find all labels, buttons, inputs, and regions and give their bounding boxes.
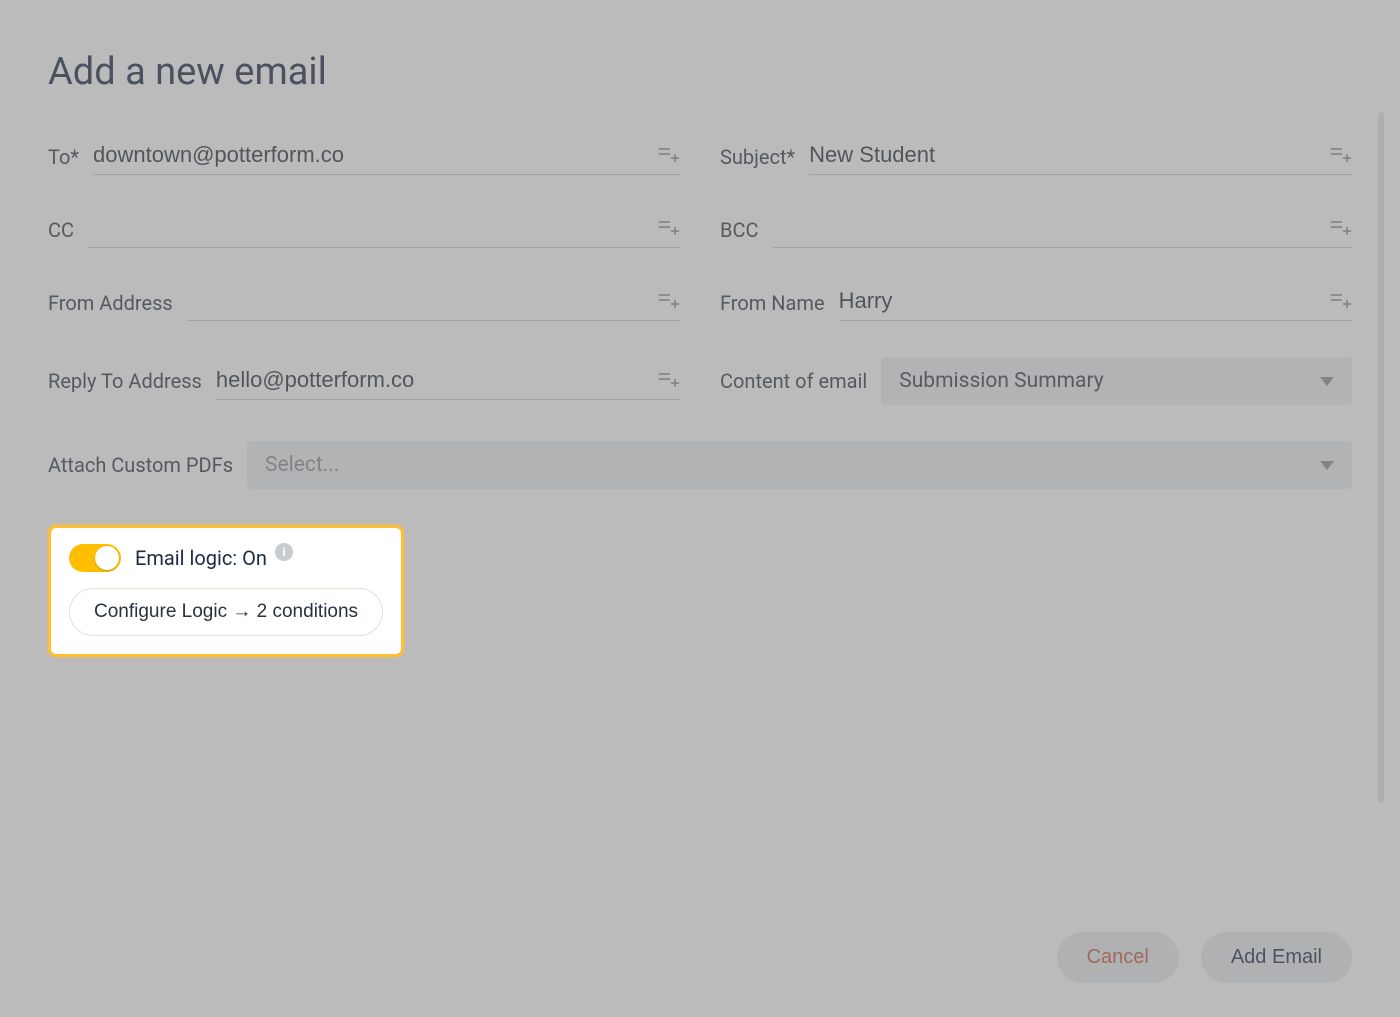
reply-to-label: Reply To Address	[48, 369, 202, 393]
field-content: Content of email Submission Summary	[720, 357, 1352, 405]
toggle-knob	[95, 546, 119, 570]
chevron-down-icon	[1320, 369, 1334, 393]
insert-field-icon[interactable]	[1330, 292, 1352, 310]
attach-pdfs-placeholder: Select...	[265, 453, 339, 477]
bcc-label: BCC	[720, 218, 759, 242]
email-logic-toggle[interactable]	[69, 544, 121, 572]
field-cc: CC	[48, 211, 680, 248]
from-address-input-wrap	[187, 284, 680, 321]
insert-field-icon[interactable]	[658, 292, 680, 310]
insert-field-icon[interactable]	[1330, 146, 1352, 164]
cc-label: CC	[48, 218, 74, 242]
dialog-footer: Cancel Add Email	[1057, 932, 1352, 983]
scrollbar-track[interactable]	[1378, 112, 1384, 802]
cc-input-wrap	[88, 211, 680, 248]
field-bcc: BCC	[720, 211, 1352, 248]
subject-label: Subject*	[720, 145, 795, 169]
from-name-label: From Name	[720, 291, 825, 315]
insert-field-icon[interactable]	[658, 371, 680, 389]
attach-pdfs-select[interactable]: Select...	[247, 441, 1352, 489]
configure-logic-text: Configure Logic → 2 conditions	[94, 601, 358, 623]
subject-input[interactable]	[809, 138, 1330, 172]
email-logic-row: Email logic: On i	[69, 544, 383, 572]
form-grid: To* Subject* CC	[48, 138, 1352, 489]
field-subject: Subject*	[720, 138, 1352, 175]
bcc-input[interactable]	[773, 211, 1331, 245]
cancel-button[interactable]: Cancel	[1057, 932, 1179, 983]
info-icon[interactable]: i	[275, 543, 293, 561]
page-title: Add a new email	[48, 50, 1352, 94]
content-select-value: Submission Summary	[899, 369, 1103, 393]
field-reply-to: Reply To Address	[48, 357, 680, 405]
bcc-input-wrap	[773, 211, 1353, 248]
content-select[interactable]: Submission Summary	[881, 357, 1352, 405]
to-input-wrap	[93, 138, 680, 175]
from-name-input-wrap	[839, 284, 1352, 321]
from-address-input[interactable]	[187, 284, 658, 318]
field-from-name: From Name	[720, 284, 1352, 321]
email-logic-panel: Email logic: On i Configure Logic → 2 co…	[48, 525, 404, 657]
reply-to-input-wrap	[216, 363, 680, 400]
configure-logic-button[interactable]: Configure Logic → 2 conditions	[69, 588, 383, 636]
email-editor-dialog: Add a new email To* Subject* CC	[0, 0, 1400, 1017]
chevron-down-icon	[1320, 453, 1334, 477]
add-email-button[interactable]: Add Email	[1201, 932, 1352, 983]
to-input[interactable]	[93, 138, 658, 172]
reply-to-input[interactable]	[216, 363, 658, 397]
from-name-input[interactable]	[839, 284, 1330, 318]
email-logic-label: Email logic: On	[135, 546, 267, 570]
content-label: Content of email	[720, 369, 867, 393]
field-to: To*	[48, 138, 680, 175]
from-address-label: From Address	[48, 291, 173, 315]
insert-field-icon[interactable]	[658, 146, 680, 164]
field-from-address: From Address	[48, 284, 680, 321]
cc-input[interactable]	[88, 211, 658, 245]
to-label: To*	[48, 145, 79, 169]
attach-pdfs-label: Attach Custom PDFs	[48, 453, 233, 477]
field-attach-pdfs: Attach Custom PDFs Select...	[48, 441, 1352, 489]
subject-input-wrap	[809, 138, 1352, 175]
insert-field-icon[interactable]	[658, 219, 680, 237]
insert-field-icon[interactable]	[1330, 219, 1352, 237]
